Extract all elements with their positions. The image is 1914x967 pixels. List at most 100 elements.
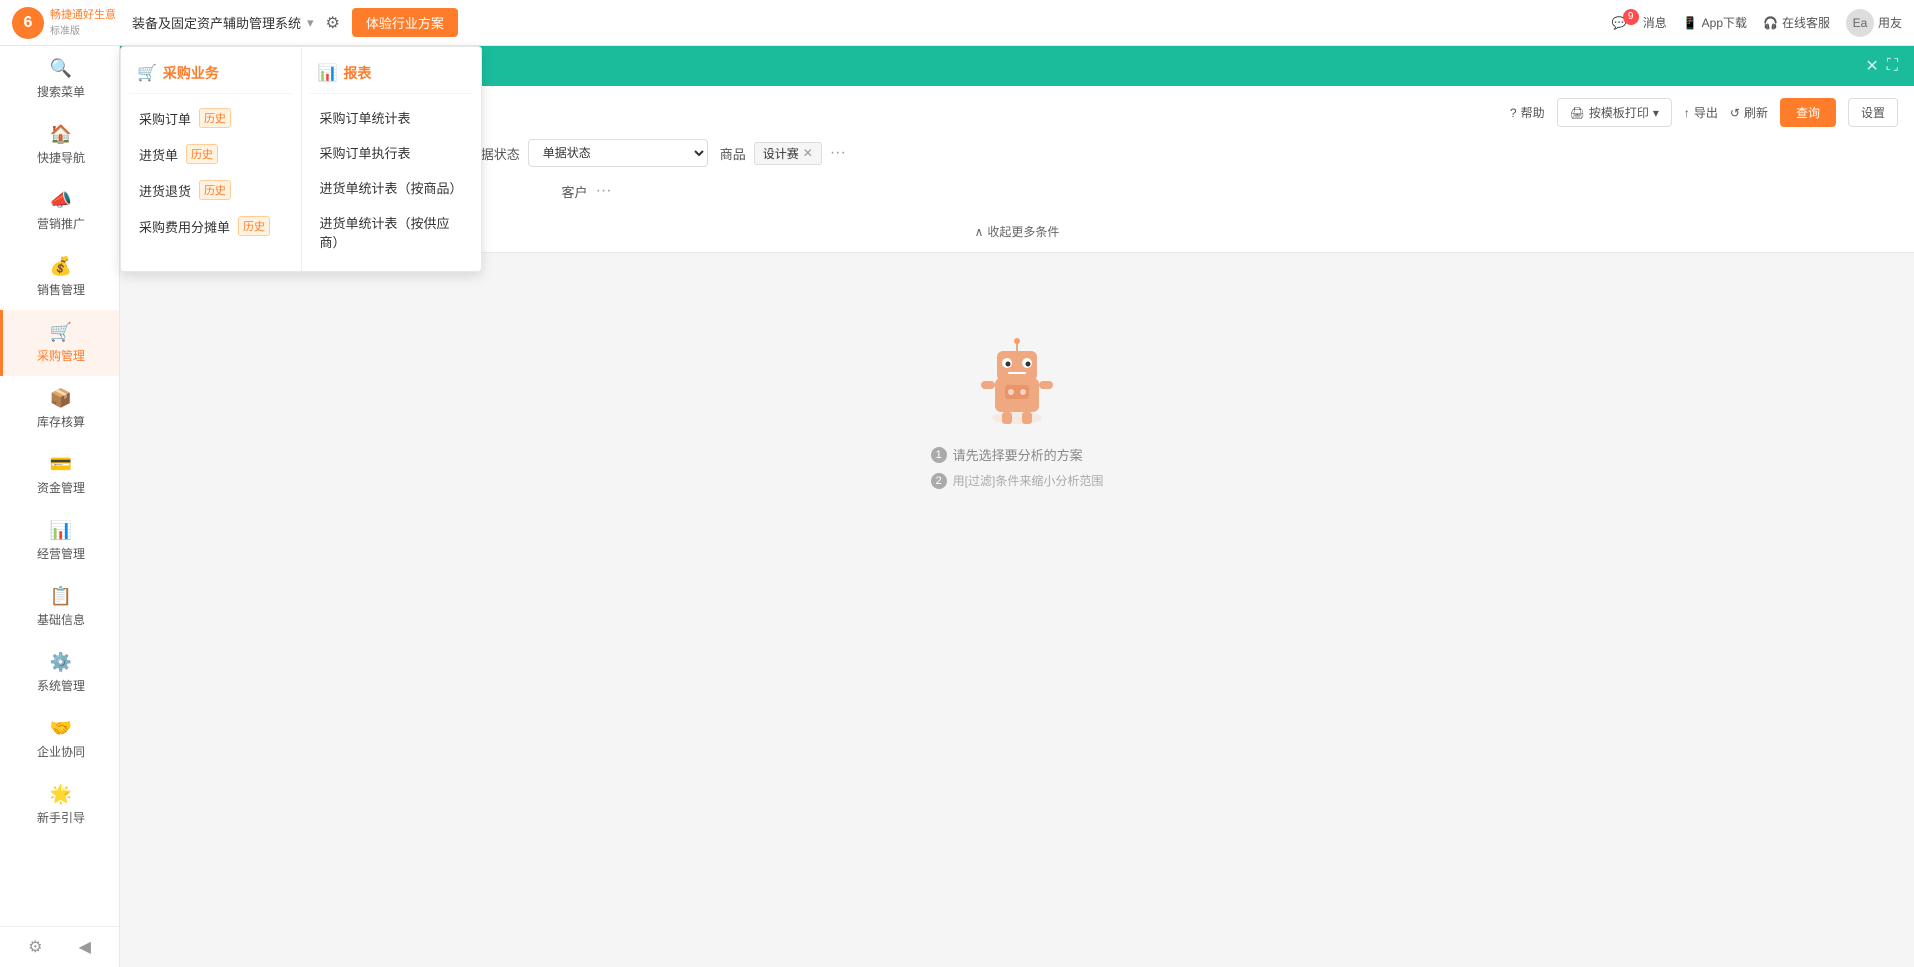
item-inbound-label: 进货单 bbox=[139, 145, 178, 164]
phone-icon: 📱 bbox=[1683, 16, 1698, 30]
industry-button[interactable]: 体验行业方案 bbox=[352, 8, 458, 37]
dropdown-item-cost[interactable]: 采购费用分摊单 历史 bbox=[129, 208, 293, 244]
history-badge-2: 历史 bbox=[199, 180, 231, 200]
dropdown-col-purchase: 🛒 采购业务 采购订单 历史 进货单 历史 进货退货 历史 采购费用分摊单 历史 bbox=[121, 47, 301, 271]
sidebar-item-marketing[interactable]: 📣 营销推广 bbox=[0, 178, 119, 244]
collapse-filters-label: 收起更多条件 bbox=[987, 223, 1059, 240]
cart-icon: 🛒 bbox=[50, 322, 72, 343]
chart-icon: 📊 bbox=[50, 520, 72, 541]
megaphone-icon: 📣 bbox=[50, 190, 72, 211]
header-center: 装备及固定资产辅助管理系统 ▾ ⚙ 体验行业方案 bbox=[132, 8, 1612, 37]
sidebar-label-operations: 经营管理 bbox=[37, 545, 85, 562]
dropdown-item-po-stat[interactable]: 采购订单统计表 bbox=[310, 100, 474, 135]
help-icon: ? bbox=[1510, 106, 1517, 120]
refresh-button[interactable]: ↺ 刷新 bbox=[1730, 104, 1768, 121]
export-label: 导出 bbox=[1694, 104, 1718, 121]
sidebar-item-cooperation[interactable]: 🤝 企业协同 bbox=[0, 706, 119, 772]
sidebar-item-inventory[interactable]: 📦 库存核算 bbox=[0, 376, 119, 442]
avatar: Ea bbox=[1846, 9, 1874, 37]
online-service-label: 在线客服 bbox=[1782, 14, 1830, 31]
export-icon: ↑ bbox=[1684, 106, 1690, 120]
sidebar-item-system[interactable]: ⚙️ 系统管理 bbox=[0, 640, 119, 706]
goods-tag: 设计赛 ✕ bbox=[754, 142, 822, 165]
header-right: 💬 9 消息 📱 App下载 🎧 在线客服 Ea 用友 bbox=[1612, 9, 1902, 37]
sidebar-label-sales: 销售管理 bbox=[37, 281, 85, 298]
settings-label: 设置 bbox=[1861, 104, 1885, 121]
goods-tag-text: 设计赛 bbox=[763, 145, 799, 162]
print-icon: 🖨 bbox=[1570, 106, 1585, 120]
sidebar-label-marketing: 营销推广 bbox=[37, 215, 85, 232]
message-label: 消息 bbox=[1643, 14, 1667, 31]
sidebar-item-quicknav[interactable]: 🏠 快捷导航 bbox=[0, 112, 119, 178]
online-service-item[interactable]: 🎧 在线客服 bbox=[1763, 14, 1830, 31]
status-select[interactable]: 单据状态 bbox=[528, 139, 708, 167]
sidebar-label-search: 搜索菜单 bbox=[37, 83, 85, 100]
collapse-filters-btn[interactable]: ∧ 收起更多条件 bbox=[975, 223, 1060, 240]
empty-illustration bbox=[967, 333, 1067, 433]
hint-number-2: 2 bbox=[931, 473, 947, 489]
history-badge-1: 历史 bbox=[186, 144, 218, 164]
sales-icon: 💰 bbox=[50, 256, 72, 277]
dropdown-item-po-exec[interactable]: 采购订单执行表 bbox=[310, 135, 474, 170]
item-inbound-product-label: 进货单统计表（按商品） bbox=[320, 178, 463, 197]
dropdown-item-inbound-product[interactable]: 进货单统计表（按商品） bbox=[310, 170, 474, 205]
logo-name: 畅捷通好生意 bbox=[50, 8, 116, 22]
sidebar-item-sales[interactable]: 💰 销售管理 bbox=[0, 244, 119, 310]
empty-hint-1: 请先选择要分析的方案 bbox=[953, 445, 1083, 464]
dropdown-col-report: 📊 报表 采购订单统计表 采购订单执行表 进货单统计表（按商品） 进货单统计表（… bbox=[301, 47, 482, 271]
collapse-sidebar-icon[interactable]: ◀ bbox=[79, 937, 91, 957]
sidebar-bottom: ⚙ ◀ bbox=[0, 926, 119, 967]
sidebar-item-finance[interactable]: 💳 资金管理 bbox=[0, 442, 119, 508]
collapse-arrow-icon: ∧ bbox=[975, 225, 984, 239]
customer-more-btn[interactable]: ··· bbox=[596, 182, 612, 200]
purchase-title-label: 采购业务 bbox=[163, 63, 219, 83]
dropdown-item-return[interactable]: 进货退货 历史 bbox=[129, 172, 293, 208]
app-download-item[interactable]: 📱 App下载 bbox=[1683, 14, 1747, 31]
tab-controls: ✕ ⛶ bbox=[1861, 52, 1914, 80]
history-badge-3: 历史 bbox=[238, 216, 270, 236]
logo-sub: 标准版 bbox=[50, 22, 116, 37]
sidebar-item-guide[interactable]: 🌟 新手引导 bbox=[0, 772, 119, 838]
sidebar-item-basic-info[interactable]: 📋 基础信息 bbox=[0, 574, 119, 640]
top-header: 6 畅捷通好生意 标准版 装备及固定资产辅助管理系统 ▾ ⚙ 体验行业方案 💬 … bbox=[0, 0, 1914, 46]
tab-close-all-button[interactable]: ✕ bbox=[1861, 52, 1882, 80]
header-settings-icon[interactable]: ⚙ bbox=[326, 13, 340, 33]
dropdown-item-purchase-order[interactable]: 采购订单 历史 bbox=[129, 100, 293, 136]
messages-item[interactable]: 💬 9 消息 bbox=[1612, 14, 1667, 31]
sidebar-label-cooperation: 企业协同 bbox=[37, 743, 85, 760]
search-icon: 🔍 bbox=[50, 58, 72, 79]
sidebar-label-system: 系统管理 bbox=[37, 677, 85, 694]
print-button[interactable]: 🖨 按模板打印 ▾ bbox=[1557, 98, 1672, 127]
headset-icon: 🎧 bbox=[1763, 16, 1778, 30]
sidebar-label-purchase: 采购管理 bbox=[37, 347, 85, 364]
dropdown-report-title: 📊 报表 bbox=[310, 59, 474, 94]
wallet-icon: 💳 bbox=[50, 454, 72, 475]
guide-icon: 🌟 bbox=[50, 784, 72, 805]
dropdown-item-inbound[interactable]: 进货单 历史 bbox=[129, 136, 293, 172]
sidebar-item-operations[interactable]: 📊 经营管理 bbox=[0, 508, 119, 574]
help-button[interactable]: ? 帮助 bbox=[1510, 104, 1545, 121]
goods-more-btn[interactable]: ··· bbox=[830, 144, 846, 162]
box-icon: 📦 bbox=[50, 388, 72, 409]
item-return-label: 进货退货 bbox=[139, 181, 191, 200]
print-dropdown-icon: ▾ bbox=[1653, 106, 1659, 120]
sidebar-item-purchase[interactable]: 🛒 采购管理 bbox=[0, 310, 119, 376]
dropdown-arrow-icon[interactable]: ▾ bbox=[307, 15, 314, 31]
query-button[interactable]: 查询 bbox=[1780, 98, 1836, 127]
sidebar: 🔍 搜索菜单 🏠 快捷导航 📣 营销推广 💰 销售管理 🛒 采购管理 📦 库存核… bbox=[0, 46, 120, 967]
print-label: 按模板打印 bbox=[1589, 104, 1649, 121]
export-button[interactable]: ↑ 导出 bbox=[1684, 104, 1718, 121]
bottom-settings-icon[interactable]: ⚙ bbox=[28, 937, 42, 957]
user-item[interactable]: Ea 用友 bbox=[1846, 9, 1902, 37]
sidebar-label-inventory: 库存核算 bbox=[37, 413, 85, 430]
system-title: 装备及固定资产辅助管理系统 bbox=[132, 13, 301, 32]
system-icon: ⚙️ bbox=[50, 652, 72, 673]
item-po-stat-label: 采购订单统计表 bbox=[320, 108, 411, 127]
tab-fullscreen-button[interactable]: ⛶ bbox=[1883, 53, 1902, 79]
item-inbound-supplier-label: 进货单统计表（按供应商） bbox=[320, 213, 464, 251]
sidebar-item-search[interactable]: 🔍 搜索菜单 bbox=[0, 46, 119, 112]
settings-button[interactable]: 设置 bbox=[1848, 98, 1898, 127]
goods-tag-close[interactable]: ✕ bbox=[803, 146, 813, 160]
empty-state: 1 请先选择要分析的方案 2 用[过滤]条件来缩小分析范围 bbox=[120, 253, 1914, 569]
dropdown-item-inbound-supplier[interactable]: 进货单统计表（按供应商） bbox=[310, 205, 474, 259]
